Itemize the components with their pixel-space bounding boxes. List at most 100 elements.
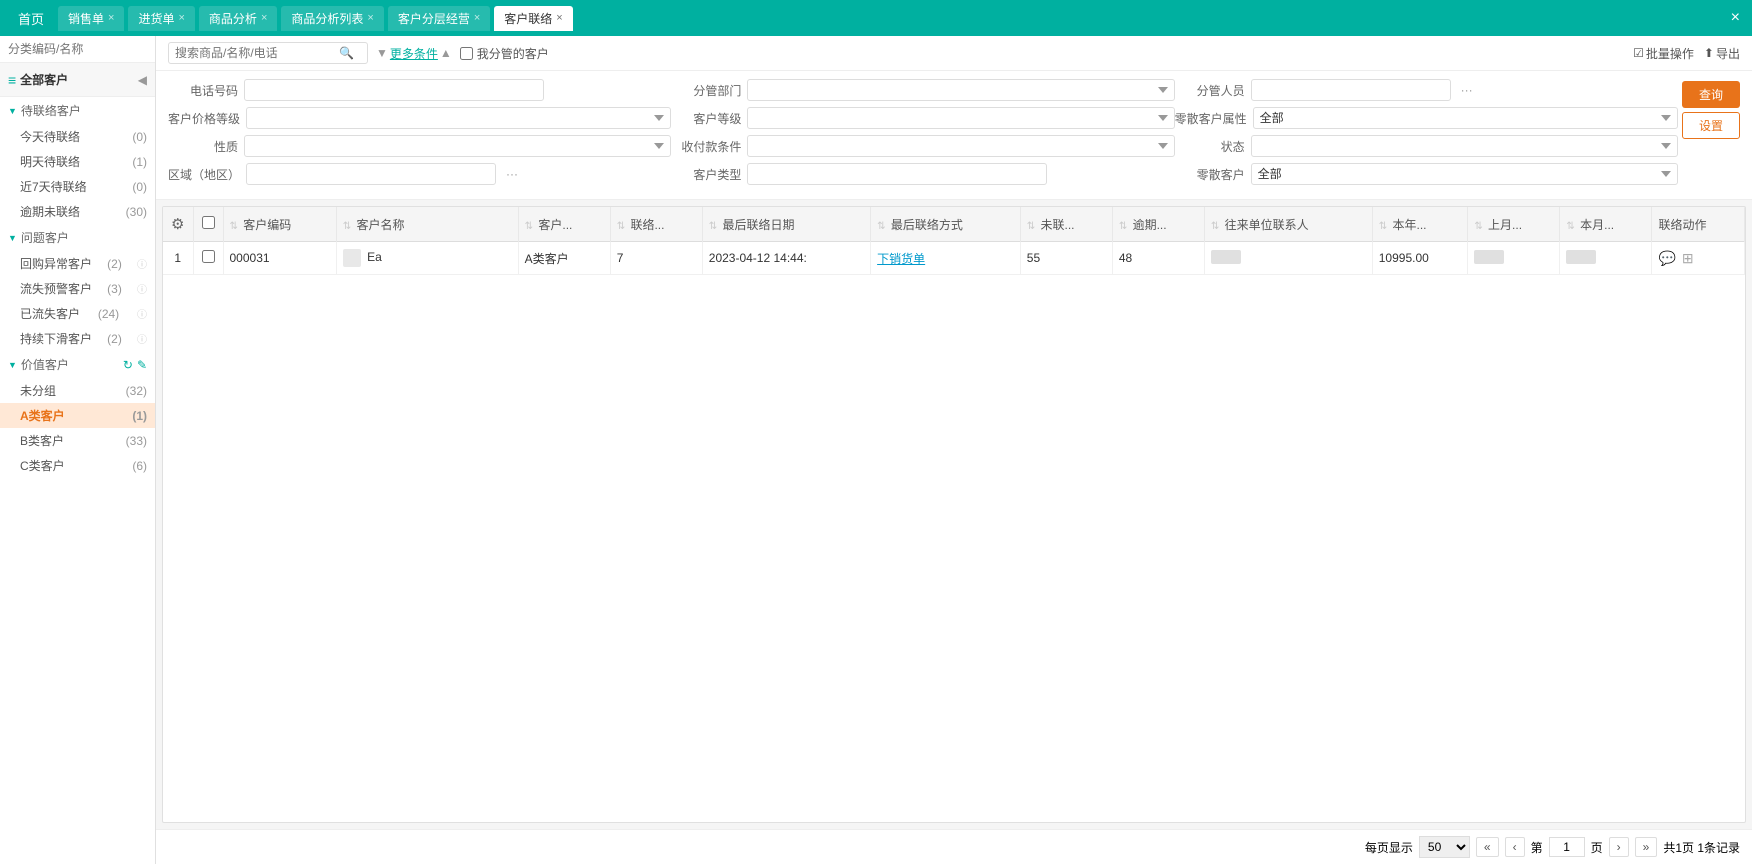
sort-icon-this-month[interactable]: ⇅ (1566, 221, 1574, 232)
th-checkbox (193, 207, 223, 242)
close-tab-purchase[interactable]: × (178, 12, 184, 24)
close-all-tabs[interactable]: × (1731, 9, 1740, 27)
sidebar-group-value[interactable]: ▼ 价值客户 ↻ ✎ (0, 351, 155, 378)
sidebar-item-churn-warning[interactable]: 流失预警客户 (3) ⓘ (0, 276, 155, 301)
sort-icon-contact[interactable]: ⇅ (617, 221, 625, 232)
last-method-link[interactable]: 下销货单 (877, 252, 925, 266)
td-name: Ea (336, 242, 518, 275)
sort-icon-type[interactable]: ⇅ (525, 221, 533, 232)
sidebar-item-ungroup[interactable]: 未分组 (32) (0, 378, 155, 403)
nav-tab-analysis-list[interactable]: 商品分析列表 × (281, 6, 383, 31)
retail-select[interactable]: 全部 (1251, 163, 1678, 185)
set-button[interactable]: 设置 (1682, 112, 1740, 139)
table-header-row: ⚙ ⇅ 客户编码 ⇅ 客户名称 (163, 207, 1745, 242)
price-level-select[interactable] (246, 107, 671, 129)
close-tab-analysis-list[interactable]: × (367, 12, 373, 24)
status-select[interactable] (1251, 135, 1678, 157)
sidebar-item-c-class[interactable]: C类客户 (6) (0, 453, 155, 478)
sidebar-item-declining[interactable]: 持续下滑客户 (2) ⓘ (0, 326, 155, 351)
per-page-select[interactable]: 50 20 100 (1419, 836, 1470, 858)
filter-row-3: 性质 收付款条件 状态 (168, 135, 1678, 157)
my-customers-checkbox[interactable] (460, 47, 473, 60)
manager-input[interactable] (1251, 79, 1451, 101)
nav-tab-customer-segment[interactable]: 客户分层经营 × (388, 6, 490, 31)
top-nav: 首页 销售单 × 进货单 × 商品分析 × 商品分析列表 × 客户分层经营 × … (0, 0, 1752, 36)
sort-icon-this-year[interactable]: ⇅ (1379, 221, 1387, 232)
last-page-btn[interactable]: » (1635, 837, 1658, 857)
refresh-icon[interactable]: ↻ (123, 358, 133, 372)
th-this-month: ⇅ 本月... (1560, 207, 1652, 242)
cust-level-select[interactable] (747, 107, 1174, 129)
td-this-year: 10995.00 (1372, 242, 1468, 275)
sidebar-item-7days[interactable]: 近7天待联络 (0) (0, 174, 155, 199)
info-icon-0: ⓘ (137, 256, 147, 271)
sidebar-item-overdue[interactable]: 逾期未联络 (30) (0, 199, 155, 224)
th-name: ⇅ 客户名称 (336, 207, 518, 242)
sort-icon-last-method[interactable]: ⇅ (877, 221, 885, 232)
sidebar-group-pending[interactable]: ▼ 待联络客户 (0, 97, 155, 124)
payment-select[interactable] (747, 135, 1174, 157)
pagination: 每页显示 50 20 100 « ‹ 第 页 › » 共1页 1条记录 (156, 829, 1752, 864)
close-tab-analysis[interactable]: × (261, 12, 267, 24)
export-icon: ⬆ (1704, 46, 1714, 60)
sidebar-all-customers-label[interactable]: ≡ 全部客户 (8, 71, 68, 88)
sidebar-item-b-class[interactable]: B类客户 (33) (0, 428, 155, 453)
close-tab-customer-segment[interactable]: × (474, 12, 480, 24)
export-btn[interactable]: ⬆ 导出 (1704, 45, 1740, 62)
sort-icon-overdue[interactable]: ⇅ (1119, 221, 1127, 232)
row-checkbox[interactable] (202, 250, 215, 263)
filter-panel-inner: 电话号码 分管部门 分管人员 ··· (168, 79, 1740, 191)
cust-type-input[interactable] (747, 163, 1047, 185)
sidebar-item-repurchase-anomaly[interactable]: 回购异常客户 (2) ⓘ (0, 251, 155, 276)
batch-op-btn[interactable]: ☑ 批量操作 (1633, 45, 1694, 62)
sidebar-item-tomorrow[interactable]: 明天待联络 (1) (0, 149, 155, 174)
sort-icon-code[interactable]: ⇅ (230, 221, 238, 232)
page-input[interactable] (1549, 837, 1585, 857)
more-filters-btn[interactable]: ▼ 更多条件 ▲ (376, 45, 452, 62)
sidebar-search-input[interactable] (8, 42, 156, 56)
close-tab-customer-contact[interactable]: × (556, 12, 562, 24)
nav-tab-sales[interactable]: 销售单 × (58, 6, 124, 31)
dept-label: 分管部门 (671, 82, 741, 99)
retail-attr-select[interactable]: 全部 (1253, 107, 1678, 129)
query-button[interactable]: 查询 (1682, 81, 1740, 108)
sidebar-item-churned[interactable]: 已流失客户 (24) ⓘ (0, 301, 155, 326)
dept-select[interactable] (747, 79, 1174, 101)
filter-bar: 🔍 ▼ 更多条件 ▲ 我分管的客户 ☑ 批量操作 ⬆ 导出 (156, 36, 1752, 71)
nav-home[interactable]: 首页 (8, 5, 54, 32)
sidebar-group-problem[interactable]: ▼ 问题客户 (0, 224, 155, 251)
td-unit-contact (1204, 242, 1372, 275)
gear-icon[interactable]: ⚙ (171, 216, 184, 233)
region-dots[interactable]: ··· (502, 167, 522, 181)
select-all-checkbox[interactable] (202, 216, 215, 229)
main-search-input[interactable] (175, 46, 335, 60)
td-last-method: 下销货单 (871, 242, 1021, 275)
phone-input[interactable] (244, 79, 544, 101)
sidebar-item-today[interactable]: 今天待联络 (0) (0, 124, 155, 149)
sort-icon-no-contact[interactable]: ⇅ (1027, 221, 1035, 232)
chat-icon[interactable]: 💬 (1658, 250, 1675, 267)
nav-tab-purchase[interactable]: 进货单 × (128, 6, 194, 31)
prev-page-btn[interactable]: ‹ (1505, 837, 1525, 857)
grid-icon[interactable]: ⊞ (1682, 250, 1694, 267)
nav-tab-analysis[interactable]: 商品分析 × (199, 6, 277, 31)
next-page-btn[interactable]: › (1609, 837, 1629, 857)
main-layout: 🔍 ≡ 全部客户 ◀ ▼ 待联络客户 今天待联络 (0) 明天待联络 (1) 近… (0, 36, 1752, 864)
sort-icon-unit-contact[interactable]: ⇅ (1211, 221, 1219, 232)
sort-icon-last-date[interactable]: ⇅ (709, 221, 717, 232)
sidebar-collapse-icon[interactable]: ◀ (138, 73, 147, 87)
sort-icon-last-month[interactable]: ⇅ (1474, 221, 1482, 232)
sort-icon-name[interactable]: ⇅ (343, 221, 351, 232)
region-input[interactable] (246, 163, 496, 185)
first-page-btn[interactable]: « (1476, 837, 1499, 857)
nature-select[interactable] (244, 135, 671, 157)
main-search-icon[interactable]: 🔍 (339, 46, 354, 60)
my-customers-label: 我分管的客户 (477, 45, 549, 62)
manager-dots[interactable]: ··· (1457, 83, 1477, 97)
manager-label: 分管人员 (1175, 82, 1245, 99)
nav-tab-customer-contact[interactable]: 客户联络 × (494, 6, 572, 31)
edit-value-icon[interactable]: ✎ (137, 358, 147, 372)
close-tab-sales[interactable]: × (108, 12, 114, 24)
sidebar-item-a-class[interactable]: A类客户 (1) (0, 403, 155, 428)
sidebar: 🔍 ≡ 全部客户 ◀ ▼ 待联络客户 今天待联络 (0) 明天待联络 (1) 近… (0, 36, 156, 864)
